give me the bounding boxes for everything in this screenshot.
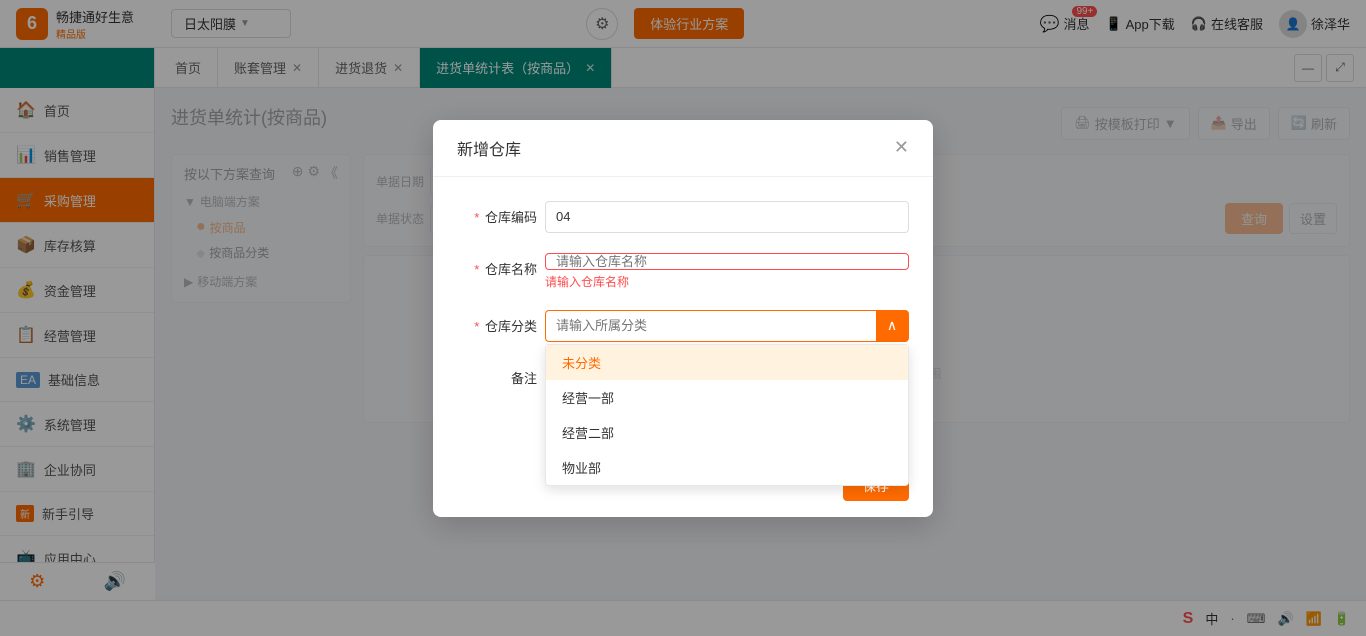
dropdown-item-none[interactable]: 未分类 xyxy=(546,345,908,380)
category-wrap: ∧ 未分类 经营一部 经营二部 物业部 xyxy=(545,310,909,342)
modal-overlay: 新增仓库 ✕ * 仓库编码 * 仓库名称 请输入仓库名称 xyxy=(0,0,1366,636)
dialog-title: 新增仓库 xyxy=(457,136,521,160)
form-row-code: * 仓库编码 xyxy=(457,201,909,233)
dropdown-item-dept1[interactable]: 经营一部 xyxy=(546,380,908,415)
required-star-code: * xyxy=(474,210,479,225)
dropdown-item-dept3[interactable]: 物业部 xyxy=(546,450,908,485)
code-input[interactable] xyxy=(545,201,909,233)
name-input[interactable] xyxy=(545,253,909,270)
dialog-header: 新增仓库 ✕ xyxy=(433,120,933,177)
category-dropdown: 未分类 经营一部 经营二部 物业部 xyxy=(545,344,909,486)
dialog-close-icon[interactable]: ✕ xyxy=(894,137,909,158)
dialog-body: * 仓库编码 * 仓库名称 请输入仓库名称 * xyxy=(433,177,933,458)
form-row-name: * 仓库名称 请输入仓库名称 xyxy=(457,253,909,290)
code-label: * 仓库编码 xyxy=(457,201,537,226)
name-error-msg: 请输入仓库名称 xyxy=(545,273,909,290)
required-star-category: * xyxy=(474,319,479,334)
dropdown-item-dept2[interactable]: 经营二部 xyxy=(546,415,908,450)
name-input-wrap: 请输入仓库名称 xyxy=(545,253,909,290)
category-toggle-icon[interactable]: ∧ xyxy=(876,310,908,342)
required-star-name: * xyxy=(474,262,479,277)
category-label: * 仓库分类 xyxy=(457,310,537,335)
form-row-category: * 仓库分类 ∧ 未分类 经营一部 经营二部 物业部 xyxy=(457,310,909,342)
name-label: * 仓库名称 xyxy=(457,253,537,278)
dialog-new-warehouse: 新增仓库 ✕ * 仓库编码 * 仓库名称 请输入仓库名称 xyxy=(433,120,933,517)
category-input[interactable] xyxy=(546,318,876,333)
category-input-row: ∧ xyxy=(545,310,909,342)
remark-label: 备注 xyxy=(457,362,537,387)
